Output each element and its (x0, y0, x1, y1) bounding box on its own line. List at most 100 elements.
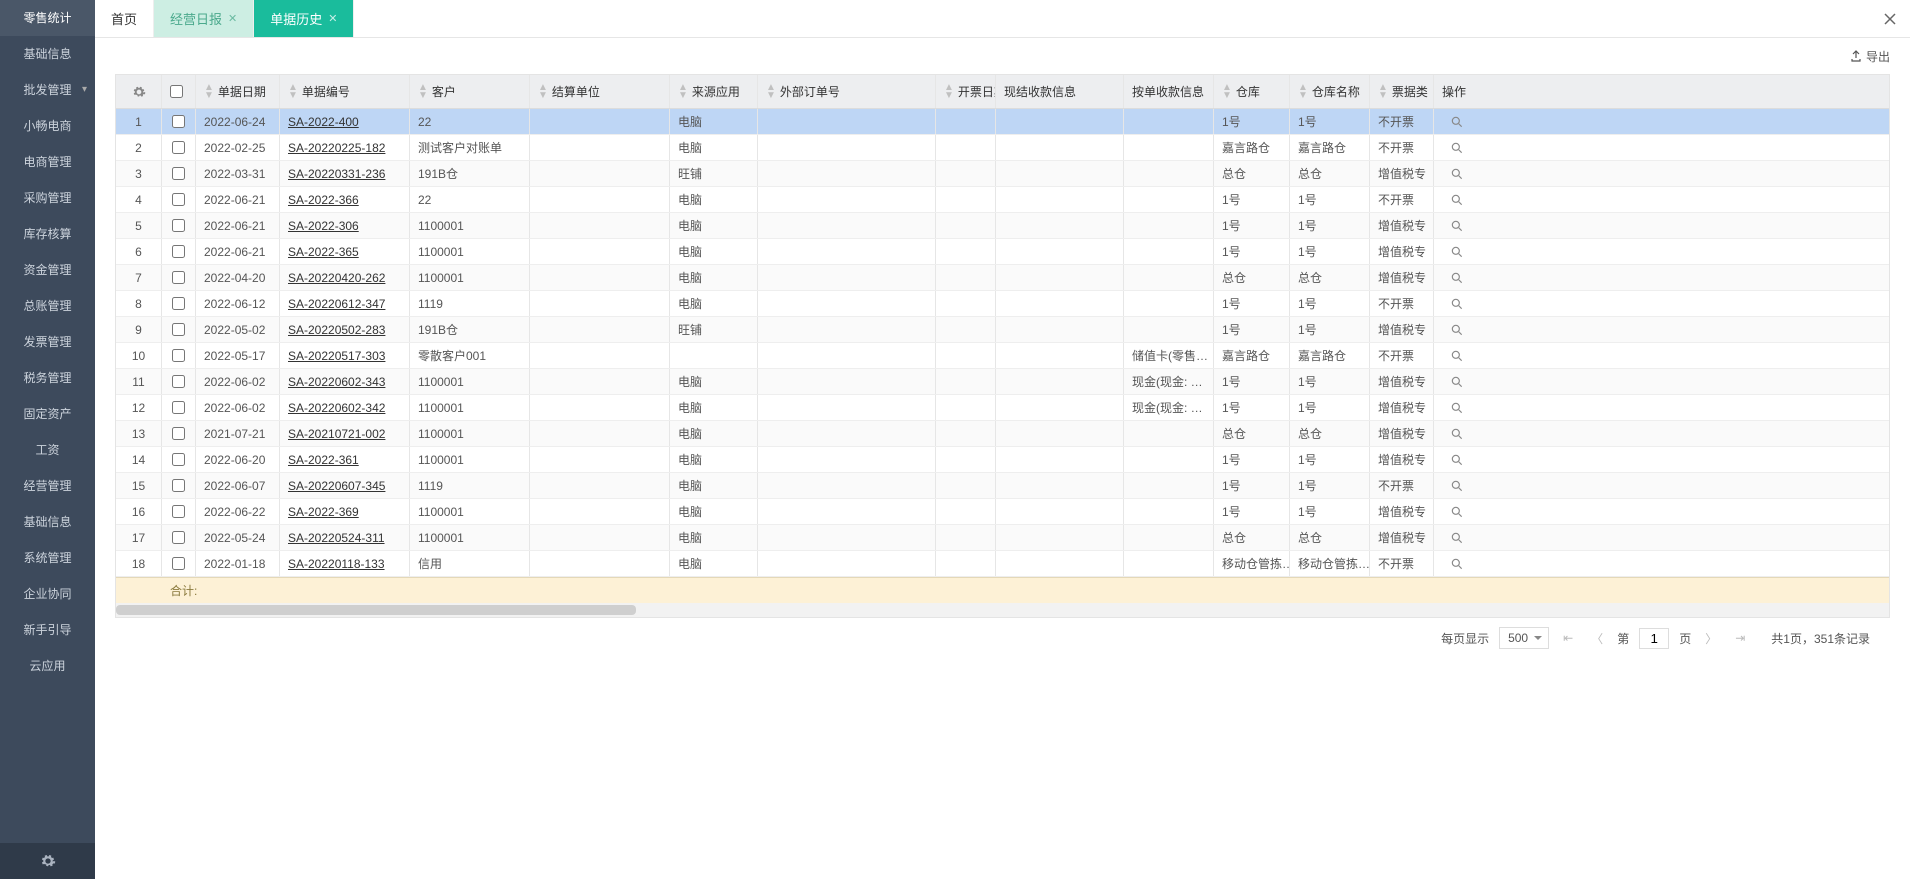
column-header-ext[interactable]: ▲▼外部订单号 (758, 75, 936, 108)
search-icon[interactable] (1450, 297, 1464, 311)
doc-link[interactable]: SA-20220331-236 (288, 167, 385, 181)
sidebar-item-7[interactable]: 资金管理 (0, 252, 95, 288)
search-icon[interactable] (1450, 453, 1464, 467)
last-page-button[interactable]: ⇥ (1731, 631, 1749, 645)
next-page-button[interactable]: 〉 (1701, 630, 1721, 647)
search-icon[interactable] (1450, 323, 1464, 337)
doc-link[interactable]: SA-2022-366 (288, 193, 359, 207)
table-row[interactable]: 162022-06-22SA-2022-3691100001电脑1号1号增值税专 (116, 499, 1889, 525)
table-row[interactable]: 112022-06-02SA-20220602-3431100001电脑现金(现… (116, 369, 1889, 395)
gear-icon[interactable] (132, 85, 146, 99)
table-row[interactable]: 82022-06-12SA-20220612-3471119电脑1号1号不开票 (116, 291, 1889, 317)
close-icon[interactable]: ✕ (228, 12, 237, 25)
select-all-checkbox[interactable] (170, 85, 183, 98)
scrollbar-thumb[interactable] (116, 605, 636, 615)
export-button[interactable]: 导出 (1850, 48, 1890, 65)
sidebar-item-12[interactable]: 工资 (0, 432, 95, 468)
sidebar-item-6[interactable]: 库存核算 (0, 216, 95, 252)
search-icon[interactable] (1450, 219, 1464, 233)
table-row[interactable]: 182022-01-18SA-20220118-133信用电脑移动仓管拣…移动仓… (116, 551, 1889, 577)
tab-0[interactable]: 首页 (95, 0, 154, 37)
search-icon[interactable] (1450, 245, 1464, 259)
sidebar-item-0[interactable]: 零售统计 (0, 0, 95, 36)
row-checkbox[interactable] (172, 245, 185, 258)
table-row[interactable]: 42022-06-21SA-2022-36622电脑1号1号不开票 (116, 187, 1889, 213)
column-header-src[interactable]: ▲▼来源应用 (670, 75, 758, 108)
row-checkbox[interactable] (172, 453, 185, 466)
row-checkbox[interactable] (172, 167, 185, 180)
search-icon[interactable] (1450, 141, 1464, 155)
row-checkbox[interactable] (172, 219, 185, 232)
row-checkbox[interactable] (172, 505, 185, 518)
doc-link[interactable]: SA-20220607-345 (288, 479, 385, 493)
sidebar-item-2[interactable]: 批发管理▾ (0, 72, 95, 108)
sidebar-item-15[interactable]: 系统管理 (0, 540, 95, 576)
tab-1[interactable]: 经营日报✕ (154, 0, 254, 37)
horizontal-scrollbar[interactable] (116, 603, 1889, 617)
row-checkbox[interactable] (172, 531, 185, 544)
column-header-doc[interactable]: ▲▼单据编号 (280, 75, 410, 108)
table-row[interactable]: 132021-07-21SA-20210721-0021100001电脑总仓总仓… (116, 421, 1889, 447)
sidebar-item-3[interactable]: 小畅电商 (0, 108, 95, 144)
row-checkbox[interactable] (172, 375, 185, 388)
doc-link[interactable]: SA-2022-361 (288, 453, 359, 467)
row-checkbox[interactable] (172, 427, 185, 440)
doc-link[interactable]: SA-20220524-311 (288, 531, 385, 545)
table-row[interactable]: 142022-06-20SA-2022-3611100001电脑1号1号增值税专 (116, 447, 1889, 473)
search-icon[interactable] (1450, 375, 1464, 389)
sidebar-item-11[interactable]: 固定资产 (0, 396, 95, 432)
search-icon[interactable] (1450, 193, 1464, 207)
table-row[interactable]: 32022-03-31SA-20220331-236191B仓旺铺总仓总仓增值税… (116, 161, 1889, 187)
table-body[interactable]: 12022-06-24SA-2022-40022电脑1号1号不开票22022-0… (116, 109, 1889, 577)
doc-link[interactable]: SA-2022-400 (288, 115, 359, 129)
sidebar-item-14[interactable]: 基础信息 (0, 504, 95, 540)
doc-link[interactable]: SA-20210721-002 (288, 427, 385, 441)
prev-page-button[interactable]: 〈 (1587, 630, 1607, 647)
row-checkbox[interactable] (172, 297, 185, 310)
table-row[interactable]: 152022-06-07SA-20220607-3451119电脑1号1号不开票 (116, 473, 1889, 499)
doc-link[interactable]: SA-20220602-342 (288, 401, 385, 415)
sidebar-item-5[interactable]: 采购管理 (0, 180, 95, 216)
doc-link[interactable]: SA-2022-306 (288, 219, 359, 233)
table-row[interactable]: 122022-06-02SA-20220602-3421100001电脑现金(现… (116, 395, 1889, 421)
per-page-select[interactable]: 500 (1499, 627, 1549, 649)
sidebar-item-9[interactable]: 发票管理 (0, 324, 95, 360)
search-icon[interactable] (1450, 479, 1464, 493)
column-header-date[interactable]: ▲▼单据日期 (196, 75, 280, 108)
search-icon[interactable] (1450, 531, 1464, 545)
row-checkbox[interactable] (172, 271, 185, 284)
row-checkbox[interactable] (172, 349, 185, 362)
doc-link[interactable]: SA-20220602-343 (288, 375, 385, 389)
column-header-settle[interactable]: ▲▼结算单位 (530, 75, 670, 108)
first-page-button[interactable]: ⇤ (1559, 631, 1577, 645)
sidebar-item-8[interactable]: 总账管理 (0, 288, 95, 324)
doc-link[interactable]: SA-20220502-283 (288, 323, 385, 337)
doc-link[interactable]: SA-2022-365 (288, 245, 359, 259)
search-icon[interactable] (1450, 167, 1464, 181)
row-checkbox[interactable] (172, 479, 185, 492)
sidebar-item-1[interactable]: 基础信息 (0, 36, 95, 72)
search-icon[interactable] (1450, 427, 1464, 441)
search-icon[interactable] (1450, 349, 1464, 363)
doc-link[interactable]: SA-20220118-133 (288, 557, 385, 571)
sidebar-item-4[interactable]: 电商管理 (0, 144, 95, 180)
search-icon[interactable] (1450, 505, 1464, 519)
table-row[interactable]: 102022-05-17SA-20220517-303零散客户001储值卡(零售… (116, 343, 1889, 369)
search-icon[interactable] (1450, 115, 1464, 129)
table-row[interactable]: 62022-06-21SA-2022-3651100001电脑1号1号增值税专 (116, 239, 1889, 265)
row-checkbox[interactable] (172, 141, 185, 154)
row-checkbox[interactable] (172, 557, 185, 570)
search-icon[interactable] (1450, 401, 1464, 415)
sidebar-item-17[interactable]: 新手引导 (0, 612, 95, 648)
search-icon[interactable] (1450, 271, 1464, 285)
table-row[interactable]: 22022-02-25SA-20220225-182测试客户对账单电脑嘉言路仓嘉… (116, 135, 1889, 161)
sidebar-item-10[interactable]: 税务管理 (0, 360, 95, 396)
row-checkbox[interactable] (172, 323, 185, 336)
row-checkbox[interactable] (172, 401, 185, 414)
doc-link[interactable]: SA-20220517-303 (288, 349, 385, 363)
table-row[interactable]: 72022-04-20SA-20220420-2621100001电脑总仓总仓增… (116, 265, 1889, 291)
close-all-tabs-button[interactable] (1870, 0, 1910, 37)
sidebar-item-18[interactable]: 云应用 (0, 648, 95, 684)
table-row[interactable]: 92022-05-02SA-20220502-283191B仓旺铺1号1号增值税… (116, 317, 1889, 343)
sidebar-item-13[interactable]: 经营管理 (0, 468, 95, 504)
